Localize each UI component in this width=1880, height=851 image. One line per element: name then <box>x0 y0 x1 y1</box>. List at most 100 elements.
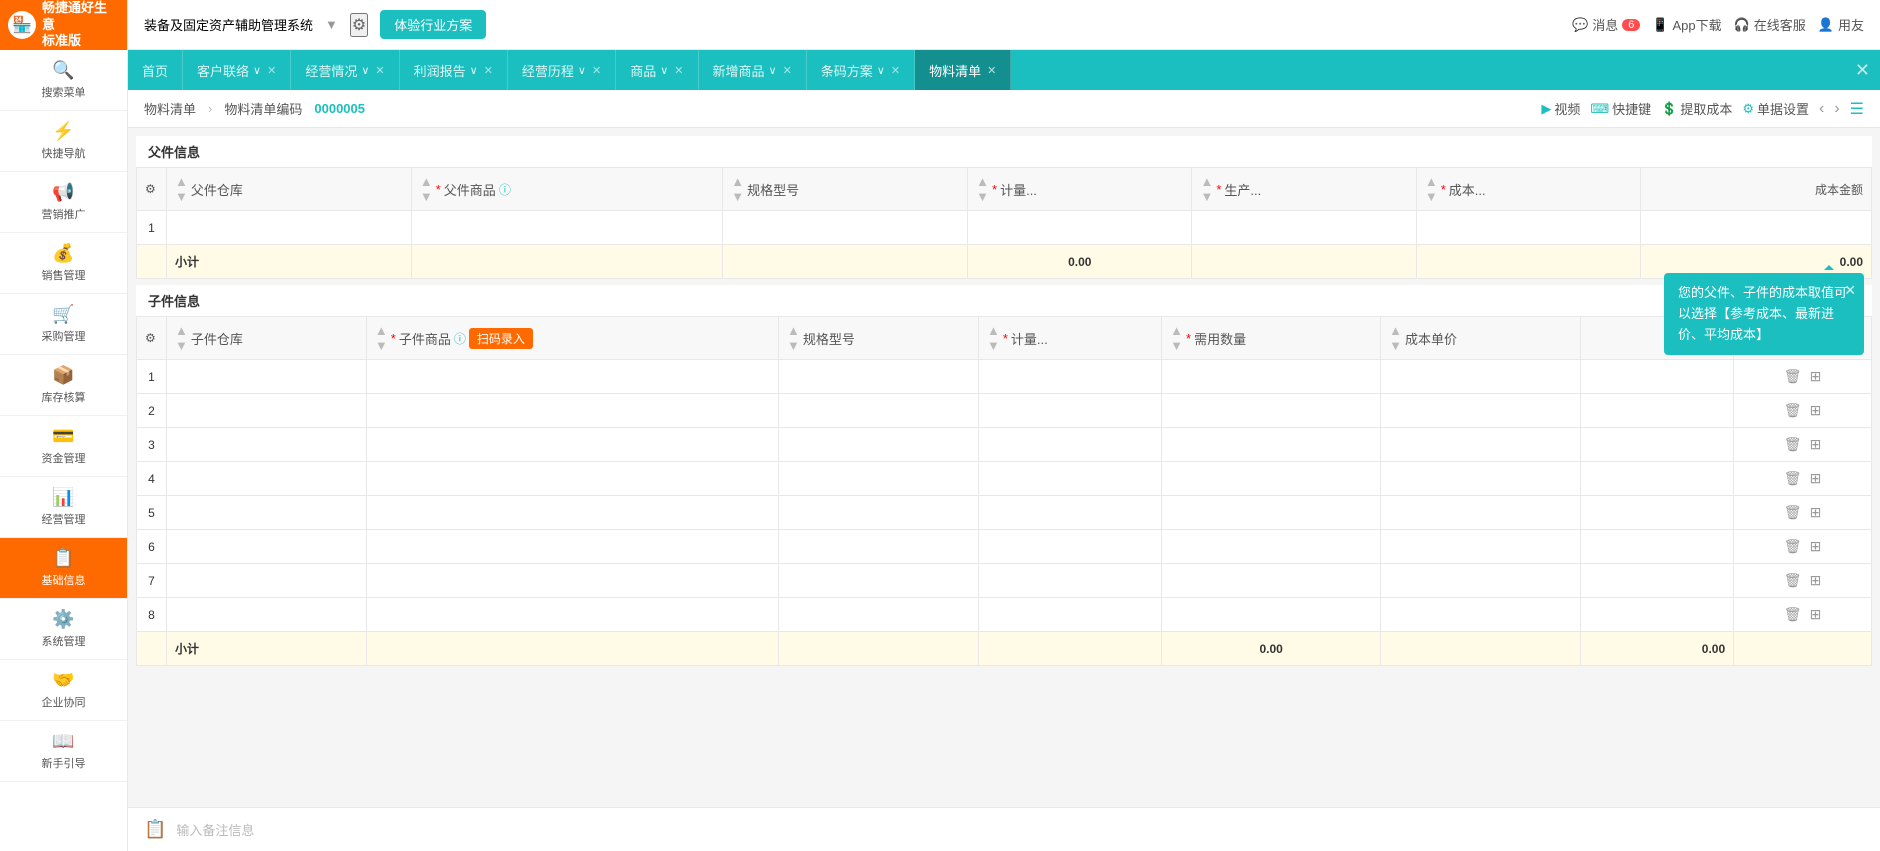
experience-button[interactable]: 体验行业方案 <box>380 10 486 39</box>
child-cell-spec-3[interactable] <box>779 428 979 462</box>
sidebar-item-finance[interactable]: 💳 资金管理 <box>0 416 127 477</box>
child-cell-unit-cost-8[interactable] <box>1381 598 1581 632</box>
sidebar-item-system[interactable]: ⚙️ 系统管理 <box>0 599 127 660</box>
note-hint[interactable]: 输入备注信息 <box>176 820 254 839</box>
child-cell-unit-6[interactable] <box>978 530 1161 564</box>
child-cell-warehouse-1[interactable] <box>167 360 367 394</box>
tab-close-history[interactable]: ✕ <box>592 64 601 77</box>
child-cell-spec-8[interactable] <box>779 598 979 632</box>
copy-btn-5[interactable]: ⊞ <box>1808 502 1824 523</box>
tabs-close-all[interactable]: ✕ <box>1855 60 1880 81</box>
child-cell-goods-5[interactable] <box>366 496 778 530</box>
tab-close-customer[interactable]: ✕ <box>267 64 276 77</box>
tab-close-new-goods[interactable]: ✕ <box>783 64 792 77</box>
child-cell-quantity-1[interactable] <box>1162 360 1381 394</box>
child-cell-quantity-4[interactable] <box>1162 462 1381 496</box>
child-cell-unit-cost-6[interactable] <box>1381 530 1581 564</box>
nav-tab-barcode[interactable]: 条码方案∨✕ <box>807 50 915 90</box>
tab-arrow-barcode[interactable]: ∨ <box>877 64 885 77</box>
sidebar-item-inventory[interactable]: 📦 库存核算 <box>0 355 127 416</box>
tab-arrow-business[interactable]: ∨ <box>361 64 369 77</box>
child-cell-goods-4[interactable] <box>366 462 778 496</box>
copy-btn-2[interactable]: ⊞ <box>1808 400 1824 421</box>
child-cell-spec-1[interactable] <box>779 360 979 394</box>
child-cell-warehouse-4[interactable] <box>167 462 367 496</box>
scan-button[interactable]: 扫码录入 <box>469 328 533 349</box>
delete-btn-8[interactable]: 🗑 <box>1782 604 1804 625</box>
sidebar-item-search[interactable]: 🔍 搜索菜单 <box>0 50 127 111</box>
breadcrumb-bom[interactable]: 物料清单 <box>144 99 196 118</box>
parent-cell-produce[interactable] <box>1192 211 1416 245</box>
list-view-icon[interactable]: ☰ <box>1850 99 1864 119</box>
tab-arrow-customer[interactable]: ∨ <box>253 64 261 77</box>
tab-arrow-new-goods[interactable]: ∨ <box>769 64 777 77</box>
child-cell-spec-2[interactable] <box>779 394 979 428</box>
nav-tab-new-goods[interactable]: 新增商品∨✕ <box>699 50 807 90</box>
delete-btn-7[interactable]: 🗑 <box>1782 570 1804 591</box>
tooltip-close-button[interactable]: ✕ <box>1844 279 1856 301</box>
user-button[interactable]: 👤 用友 <box>1818 15 1864 34</box>
child-cell-unit-5[interactable] <box>978 496 1161 530</box>
sidebar-item-ops[interactable]: 📊 经营管理 <box>0 477 127 538</box>
nav-tab-profit[interactable]: 利润报告∨✕ <box>400 50 508 90</box>
sidebar-item-basic[interactable]: 📋 基础信息 <box>0 538 127 599</box>
child-cell-unit-2[interactable] <box>978 394 1161 428</box>
nav-tab-customer[interactable]: 客户联络∨✕ <box>183 50 291 90</box>
delete-btn-2[interactable]: 🗑 <box>1782 400 1804 421</box>
delete-btn-3[interactable]: 🗑 <box>1782 434 1804 455</box>
sidebar-item-collab[interactable]: 🤝 企业协同 <box>0 660 127 721</box>
tab-arrow-history[interactable]: ∨ <box>578 64 586 77</box>
child-cell-unit-1[interactable] <box>978 360 1161 394</box>
child-cell-goods-7[interactable] <box>366 564 778 598</box>
child-cell-unit-4[interactable] <box>978 462 1161 496</box>
child-cell-unit-8[interactable] <box>978 598 1161 632</box>
parent-cell-spec[interactable] <box>723 211 968 245</box>
copy-btn-8[interactable]: ⊞ <box>1808 604 1824 625</box>
child-col-settings[interactable]: ⚙ <box>137 317 167 360</box>
nav-tab-business[interactable]: 经营情况∨✕ <box>291 50 399 90</box>
child-cell-quantity-2[interactable] <box>1162 394 1381 428</box>
gear-button[interactable]: ⚙ <box>350 13 368 37</box>
tab-close-barcode[interactable]: ✕ <box>891 64 900 77</box>
sidebar-item-guide[interactable]: 📖 新手引导 <box>0 721 127 782</box>
delete-btn-5[interactable]: 🗑 <box>1782 502 1804 523</box>
copy-btn-3[interactable]: ⊞ <box>1808 434 1824 455</box>
tab-arrow-goods[interactable]: ∨ <box>660 64 668 77</box>
video-button[interactable]: ▶ 视频 <box>1541 99 1580 118</box>
nav-right-icon[interactable]: › <box>1834 100 1839 118</box>
child-cell-warehouse-6[interactable] <box>167 530 367 564</box>
nav-left-icon[interactable]: ‹ <box>1819 100 1824 118</box>
child-cell-quantity-7[interactable] <box>1162 564 1381 598</box>
sidebar-item-sales[interactable]: 💰 销售管理 <box>0 233 127 294</box>
child-cell-goods-8[interactable] <box>366 598 778 632</box>
cost-button[interactable]: 💲 提取成本 <box>1661 99 1732 118</box>
shortcut-button[interactable]: ⌨ 快捷键 <box>1590 99 1651 118</box>
child-cell-goods-3[interactable] <box>366 428 778 462</box>
child-cell-spec-4[interactable] <box>779 462 979 496</box>
copy-btn-7[interactable]: ⊞ <box>1808 570 1824 591</box>
tab-close-profit[interactable]: ✕ <box>484 64 493 77</box>
child-cell-unit-cost-4[interactable] <box>1381 462 1581 496</box>
parent-cell-warehouse[interactable] <box>167 211 412 245</box>
child-cell-unit-cost-3[interactable] <box>1381 428 1581 462</box>
child-cell-warehouse-3[interactable] <box>167 428 367 462</box>
child-cell-unit-7[interactable] <box>978 564 1161 598</box>
parent-col-settings[interactable]: ⚙ <box>137 168 167 211</box>
child-cell-warehouse-7[interactable] <box>167 564 367 598</box>
child-cell-unit-cost-5[interactable] <box>1381 496 1581 530</box>
nav-tab-home[interactable]: 首页 <box>128 50 183 90</box>
app-download-button[interactable]: 📱 App下载 <box>1652 15 1721 34</box>
expand-icon[interactable]: ▼ <box>325 17 338 32</box>
parent-cell-goods[interactable] <box>411 211 722 245</box>
child-cell-quantity-6[interactable] <box>1162 530 1381 564</box>
child-cell-quantity-3[interactable] <box>1162 428 1381 462</box>
child-cell-goods-6[interactable] <box>366 530 778 564</box>
tab-close-bom[interactable]: ✕ <box>987 64 996 77</box>
single-setting-button[interactable]: ⚙ 单据设置 <box>1742 99 1809 118</box>
tab-close-business[interactable]: ✕ <box>375 64 384 77</box>
child-cell-goods-2[interactable] <box>366 394 778 428</box>
delete-btn-4[interactable]: 🗑 <box>1782 468 1804 489</box>
child-cell-warehouse-2[interactable] <box>167 394 367 428</box>
child-cell-spec-7[interactable] <box>779 564 979 598</box>
tab-close-goods[interactable]: ✕ <box>674 64 683 77</box>
